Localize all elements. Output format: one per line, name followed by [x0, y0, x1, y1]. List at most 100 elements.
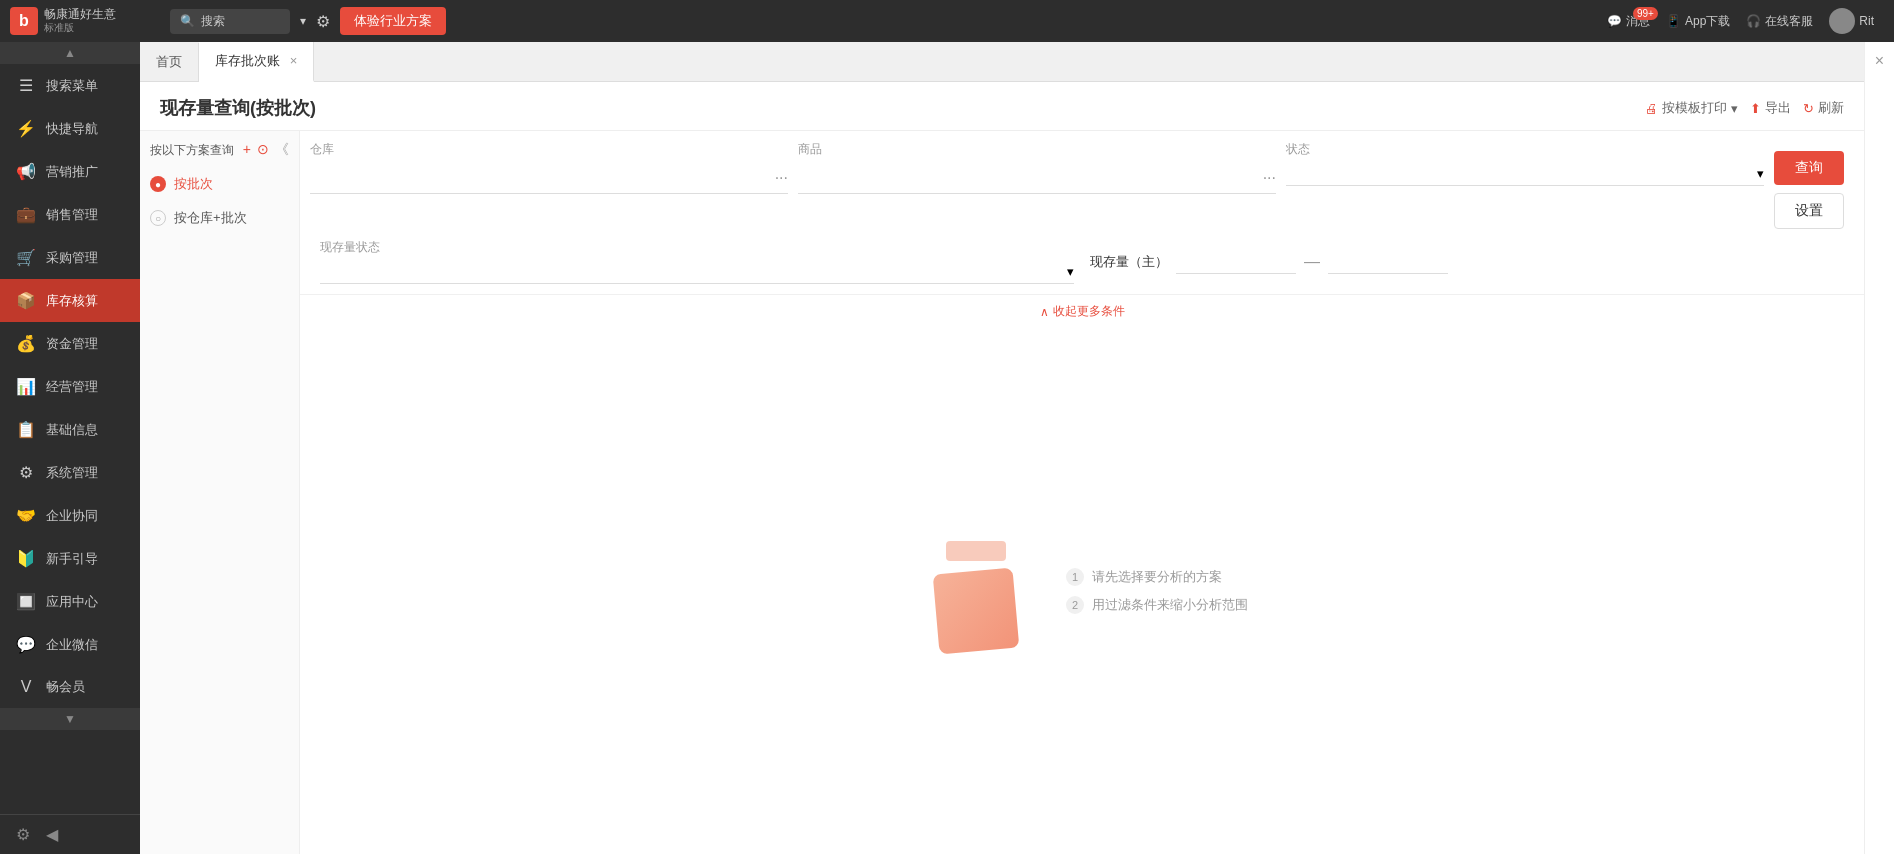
sidebar-item-vip[interactable]: V 畅会员	[0, 666, 140, 708]
refresh-icon: ↻	[1803, 101, 1814, 116]
empty-box	[933, 568, 1020, 655]
online-service-btn[interactable]: 🎧 在线客服	[1746, 13, 1813, 30]
message-btn[interactable]: 💬 消息 99+	[1607, 13, 1650, 30]
scheme-item-label-batch: 按批次	[174, 175, 213, 193]
sidebar: ▲ ☰ 搜索菜单 ⚡ 快捷导航 📢 营销推广 💼 销售管理 🛒 采购管理	[0, 42, 140, 854]
sidebar-item-label-inventory: 库存核算	[46, 292, 98, 310]
topbar-center: 🔍 搜索 ▾ ⚙ 体验行业方案	[150, 7, 1607, 35]
sidebar-item-sales[interactable]: 💼 销售管理	[0, 193, 140, 236]
sidebar-item-wechat[interactable]: 💬 企业微信	[0, 623, 140, 666]
step-num-1: 1	[1066, 568, 1084, 586]
scheme-item-batch[interactable]: ● 按批次	[140, 167, 299, 201]
topbar: b 畅康通好生意 标准版 🔍 搜索 ▾ ⚙ 体验行业方案 💬 消息 99+ 📱 …	[0, 0, 1894, 42]
print-dropdown-icon[interactable]: ▾	[1731, 101, 1738, 116]
scheme-dot-batch: ●	[150, 176, 166, 192]
trial-btn[interactable]: 体验行业方案	[340, 7, 446, 35]
app-download-btn[interactable]: 📱 App下载	[1666, 13, 1730, 30]
sidebar-item-label-search: 搜索菜单	[46, 77, 98, 95]
inventory-qty-to[interactable]	[1328, 250, 1448, 274]
search-icon: 🔍	[180, 14, 195, 28]
filter-row-2: 现存量状态 ▾ 现存量（主） —	[300, 229, 1864, 294]
sidebar-settings-icon[interactable]: ⚙	[16, 825, 30, 844]
message-icon: 💬	[1607, 14, 1622, 28]
sidebar-item-marketing[interactable]: 📢 营销推广	[0, 150, 140, 193]
empty-box-top	[946, 541, 1006, 561]
sales-icon: 💼	[16, 205, 36, 224]
shortcut-icon: ⚡	[16, 119, 36, 138]
product-filter-field: 商品 ···	[798, 141, 1276, 194]
sidebar-collapse-icon[interactable]: ◀	[46, 825, 58, 844]
tab-inventory-batch[interactable]: 库存批次账 ×	[199, 42, 314, 82]
warehouse-label: 仓库	[310, 141, 788, 158]
query-button[interactable]: 查询	[1774, 151, 1844, 185]
inventory-status-label: 现存量状态	[320, 239, 1074, 256]
sidebar-item-basic-info[interactable]: 📋 基础信息	[0, 408, 140, 451]
sidebar-item-label-purchase: 采购管理	[46, 249, 98, 267]
scheme-add-icon[interactable]: +	[243, 141, 251, 159]
inventory-qty-field: 现存量（主） —	[1090, 250, 1844, 274]
inventory-qty-from[interactable]	[1176, 250, 1296, 274]
sidebar-item-shortcut[interactable]: ⚡ 快捷导航	[0, 107, 140, 150]
sidebar-item-label-finance: 资金管理	[46, 335, 98, 353]
topbar-gear-btn[interactable]: ⚙	[316, 12, 330, 31]
sidebar-item-inventory[interactable]: 📦 库存核算	[0, 279, 140, 322]
sidebar-item-newbie[interactable]: 🔰 新手引导	[0, 537, 140, 580]
enterprise-icon: 🤝	[16, 506, 36, 525]
refresh-btn[interactable]: ↻ 刷新	[1803, 99, 1844, 117]
basic-info-icon: 📋	[16, 420, 36, 439]
avatar	[1829, 8, 1855, 34]
page-header-actions: 🖨 按模板打印 ▾ ⬆ 导出 ↻ 刷新	[1645, 99, 1844, 117]
export-btn[interactable]: ⬆ 导出	[1750, 99, 1791, 117]
sidebar-item-purchase[interactable]: 🛒 采购管理	[0, 236, 140, 279]
right-panel-close-btn[interactable]: ×	[1875, 52, 1884, 70]
sidebar-item-enterprise[interactable]: 🤝 企业协同	[0, 494, 140, 537]
product-input[interactable]	[798, 166, 1263, 189]
user-avatar-btn[interactable]: Rit	[1829, 8, 1874, 34]
page-content: 现存量查询(按批次) 🖨 按模板打印 ▾ ⬆ 导出 ↻ 刷新	[140, 82, 1864, 854]
scheme-collapse-icon[interactable]: 《	[275, 141, 289, 159]
inventory-status-dropdown[interactable]: ▾	[320, 260, 1074, 284]
sidebar-item-system[interactable]: ⚙ 系统管理	[0, 451, 140, 494]
sidebar-item-operations[interactable]: 📊 经营管理	[0, 365, 140, 408]
logo-text-block: 畅康通好生意 标准版	[44, 7, 116, 35]
sidebar-item-app-center[interactable]: 🔲 应用中心	[0, 580, 140, 623]
warehouse-dots[interactable]: ···	[775, 169, 788, 187]
main-layout: ▲ ☰ 搜索菜单 ⚡ 快捷导航 📢 营销推广 💼 销售管理 🛒 采购管理	[0, 42, 1894, 854]
newbie-icon: 🔰	[16, 549, 36, 568]
collapse-bar[interactable]: ∧ 收起更多条件	[300, 294, 1864, 328]
topbar-dropdown-btn[interactable]: ▾	[300, 14, 306, 28]
sidebar-scroll: ▲ ☰ 搜索菜单 ⚡ 快捷导航 📢 营销推广 💼 销售管理 🛒 采购管理	[0, 42, 140, 814]
settings-button[interactable]: 设置	[1774, 193, 1844, 229]
sidebar-scroll-up[interactable]: ▲	[0, 42, 140, 64]
tab-home[interactable]: 首页	[140, 43, 199, 81]
status-select[interactable]: ▾	[1286, 162, 1764, 186]
tab-close-btn[interactable]: ×	[290, 53, 298, 68]
logo-icon: b	[10, 7, 38, 35]
right-panel: ×	[1864, 42, 1894, 854]
scheme-settings-icon[interactable]: ⊙	[257, 141, 269, 159]
sidebar-item-label-system: 系统管理	[46, 464, 98, 482]
product-label: 商品	[798, 141, 1276, 158]
status-label: 状态	[1286, 141, 1764, 158]
product-dots[interactable]: ···	[1263, 169, 1276, 187]
user-label: Rit	[1859, 14, 1874, 28]
sidebar-item-search[interactable]: ☰ 搜索菜单	[0, 64, 140, 107]
empty-step-2: 2 用过滤条件来缩小分析范围	[1066, 596, 1248, 614]
warehouse-input[interactable]	[310, 166, 775, 189]
status-filter-field: 状态 ▾	[1286, 141, 1764, 194]
sidebar-item-label-wechat: 企业微信	[46, 636, 98, 654]
sidebar-item-finance[interactable]: 💰 资金管理	[0, 322, 140, 365]
search-box[interactable]: 🔍 搜索	[170, 9, 290, 34]
scheme-item-warehouse-batch[interactable]: ○ 按仓库+批次	[140, 201, 299, 235]
sidebar-bottom: ⚙ ◀	[0, 814, 140, 854]
tab-bar: 首页 库存批次账 ×	[140, 42, 1864, 82]
wechat-icon: 💬	[16, 635, 36, 654]
sidebar-item-label-shortcut: 快捷导航	[46, 120, 98, 138]
print-btn[interactable]: 🖨 按模板打印 ▾	[1645, 99, 1738, 117]
scheme-panel: 按以下方案查询 + ⊙ 《 ● 按批次 ○ 按仓库+批次	[140, 131, 300, 854]
sidebar-scroll-down[interactable]: ▼	[0, 708, 140, 730]
topbar-right: 💬 消息 99+ 📱 App下载 🎧 在线客服 Rit	[1607, 8, 1884, 34]
scheme-panel-header: 按以下方案查询 + ⊙ 《	[140, 141, 299, 167]
filter-section: 仓库 ··· 商品 ···	[300, 131, 1864, 854]
empty-state: 1 请先选择要分析的方案 2 用过滤条件来缩小分析范围	[300, 328, 1864, 854]
